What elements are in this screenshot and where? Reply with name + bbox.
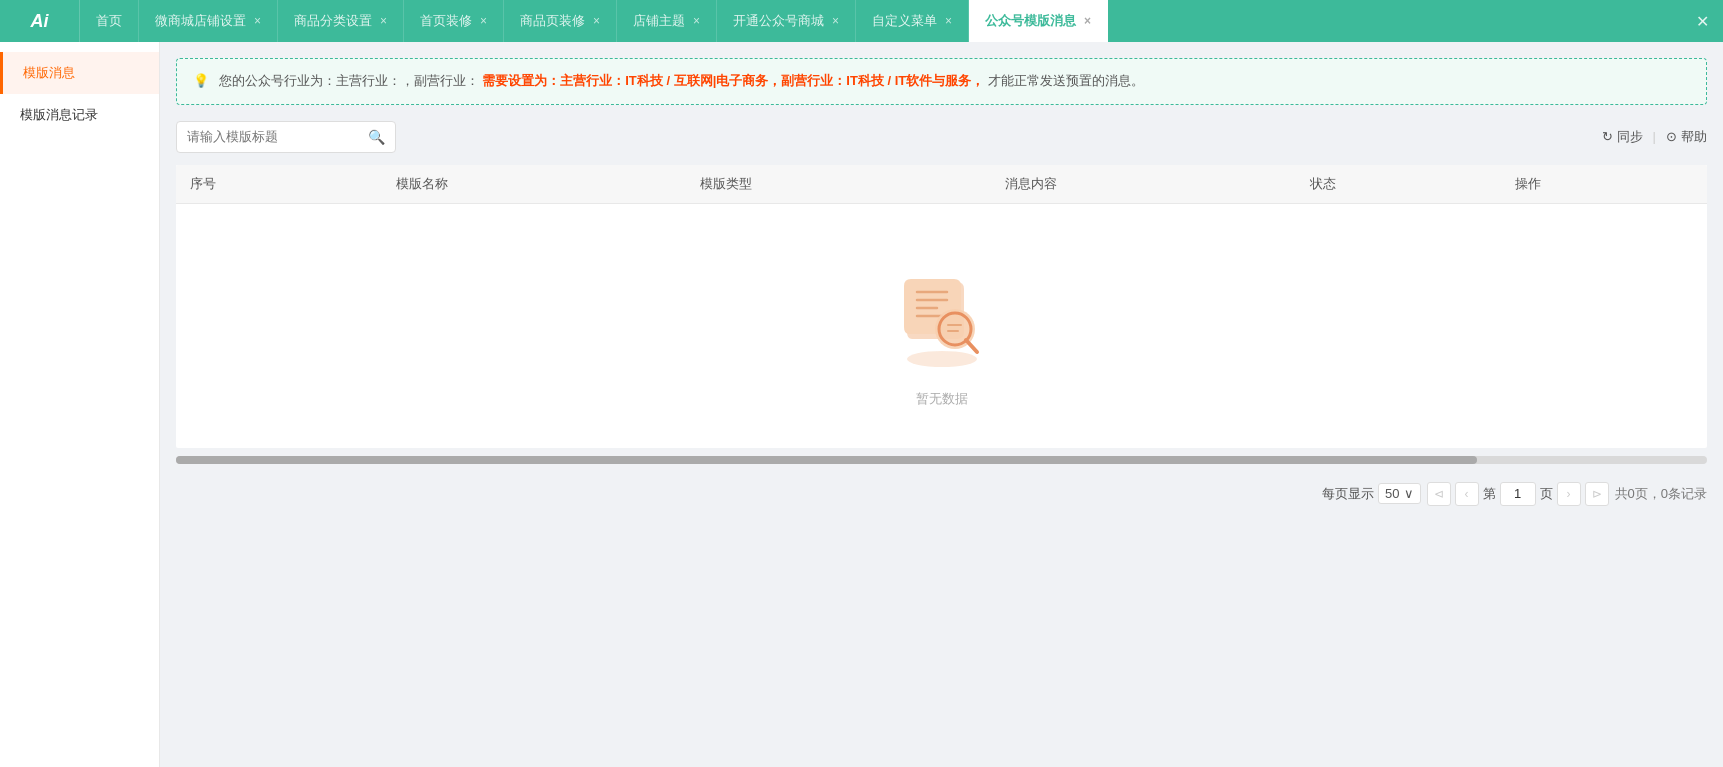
tab-close-wechat-shop[interactable]: × <box>254 14 261 28</box>
tab-close-store-theme[interactable]: × <box>693 14 700 28</box>
help-icon: ⊙ <box>1666 129 1677 144</box>
tab-bar: Ai 首页微商城店铺设置×商品分类设置×首页装修×商品页装修×店铺主题×开通公众… <box>0 0 1723 42</box>
per-page-select[interactable]: 50 ∨ <box>1378 483 1420 504</box>
sync-button[interactable]: ↻ 同步 <box>1602 128 1643 146</box>
total-records: 共0页，0条记录 <box>1615 485 1707 503</box>
main-layout: 模版消息模版消息记录 💡 您的公众号行业为：主营行业：，副营行业： 需要设置为：… <box>0 42 1723 767</box>
search-box: 🔍 <box>176 121 396 153</box>
tab-label-category: 商品分类设置 <box>294 12 372 30</box>
tab-close-custom-menu[interactable]: × <box>945 14 952 28</box>
svg-point-0 <box>907 351 977 367</box>
tab-item-open-mall[interactable]: 开通公众号商城 × <box>717 0 856 42</box>
notice-box: 💡 您的公众号行业为：主营行业：，副营行业： 需要设置为：主营行业：IT科技 /… <box>176 58 1707 105</box>
scroll-thumb <box>176 456 1477 464</box>
svg-line-7 <box>966 340 977 352</box>
toolbar-right: ↻ 同步 | ⊙ 帮助 <box>1602 128 1707 146</box>
toolbar: 🔍 ↻ 同步 | ⊙ 帮助 <box>176 121 1707 153</box>
tab-label-product-decor: 商品页装修 <box>520 12 585 30</box>
table-header: 序号模版名称模版类型消息内容状态操作 <box>176 165 1707 204</box>
tab-item-home[interactable]: 首页 <box>80 0 139 42</box>
close-all-button[interactable]: ✕ <box>1682 12 1723 31</box>
page-number-input[interactable] <box>1500 482 1536 506</box>
search-icon[interactable]: 🔍 <box>368 129 385 145</box>
page-size-selector: 每页显示 50 ∨ <box>1322 483 1420 504</box>
table-wrapper: 序号模版名称模版类型消息内容状态操作 <box>176 165 1707 448</box>
sidebar-item-template-msg[interactable]: 模版消息 <box>0 52 159 94</box>
scroll-indicator[interactable] <box>176 456 1707 464</box>
data-table: 序号模版名称模版类型消息内容状态操作 <box>176 165 1707 204</box>
page-navigation: ⊲ ‹ 第 页 › ⊳ <box>1427 482 1609 506</box>
tab-close-product-decor[interactable]: × <box>593 14 600 28</box>
col-header-action: 操作 <box>1501 165 1707 204</box>
per-page-label: 每页显示 <box>1322 485 1374 503</box>
col-header-index: 序号 <box>176 165 382 204</box>
last-page-button[interactable]: ⊳ <box>1585 482 1609 506</box>
tab-close-open-mall[interactable]: × <box>832 14 839 28</box>
empty-state: 暂无数据 <box>176 204 1707 448</box>
help-button[interactable]: ⊙ 帮助 <box>1666 128 1707 146</box>
tab-item-store-theme[interactable]: 店铺主题 × <box>617 0 717 42</box>
tab-item-custom-menu[interactable]: 自定义菜单 × <box>856 0 969 42</box>
tab-close-template-msg[interactable]: × <box>1084 14 1091 28</box>
tab-item-wechat-shop[interactable]: 微商城店铺设置 × <box>139 0 278 42</box>
tab-item-category[interactable]: 商品分类设置 × <box>278 0 404 42</box>
content-area: 💡 您的公众号行业为：主营行业：，副营行业： 需要设置为：主营行业：IT科技 /… <box>160 42 1723 767</box>
tab-close-homepage-decor[interactable]: × <box>480 14 487 28</box>
tab-label-custom-menu: 自定义菜单 <box>872 12 937 30</box>
next-page-button[interactable]: › <box>1557 482 1581 506</box>
toolbar-divider: | <box>1653 129 1656 144</box>
sidebar-item-template-log[interactable]: 模版消息记录 <box>0 94 159 136</box>
chevron-down-icon: ∨ <box>1404 486 1414 501</box>
tab-item-product-decor[interactable]: 商品页装修 × <box>504 0 617 42</box>
col-header-name: 模版名称 <box>382 165 687 204</box>
col-header-type: 模版类型 <box>686 165 991 204</box>
logo: Ai <box>0 0 80 42</box>
sync-icon: ↻ <box>1602 129 1613 144</box>
col-header-content: 消息内容 <box>991 165 1296 204</box>
per-page-value: 50 <box>1385 486 1399 501</box>
tab-label-homepage-decor: 首页装修 <box>420 12 472 30</box>
sidebar: 模版消息模版消息记录 <box>0 42 160 767</box>
tab-label-store-theme: 店铺主题 <box>633 12 685 30</box>
col-header-status: 状态 <box>1296 165 1502 204</box>
help-label: 帮助 <box>1681 128 1707 146</box>
tab-item-template-msg[interactable]: 公众号模版消息 × <box>969 0 1108 42</box>
notice-icon: 💡 <box>193 73 209 88</box>
page-unit: 页 <box>1540 485 1553 503</box>
prev-page-button[interactable]: ‹ <box>1455 482 1479 506</box>
tab-label-home: 首页 <box>96 12 122 30</box>
pagination: 每页显示 50 ∨ ⊲ ‹ 第 页 › ⊳ 共0页，0条记录 <box>176 472 1707 516</box>
tab-item-homepage-decor[interactable]: 首页装修 × <box>404 0 504 42</box>
notice-highlight: 需要设置为：主营行业：IT科技 / 互联网|电子商务，副营行业：IT科技 / I… <box>482 73 984 88</box>
first-page-button[interactable]: ⊲ <box>1427 482 1451 506</box>
search-input[interactable] <box>187 129 368 144</box>
tab-label-wechat-shop: 微商城店铺设置 <box>155 12 246 30</box>
notice-prefix: 您的公众号行业为：主营行业：，副营行业： <box>219 73 479 88</box>
notice-suffix: 才能正常发送预置的消息。 <box>988 73 1144 88</box>
empty-text: 暂无数据 <box>916 390 968 408</box>
tab-close-category[interactable]: × <box>380 14 387 28</box>
page-label: 第 <box>1483 485 1496 503</box>
empty-icon <box>887 264 997 374</box>
tab-label-open-mall: 开通公众号商城 <box>733 12 824 30</box>
sync-label: 同步 <box>1617 128 1643 146</box>
tab-label-template-msg: 公众号模版消息 <box>985 12 1076 30</box>
